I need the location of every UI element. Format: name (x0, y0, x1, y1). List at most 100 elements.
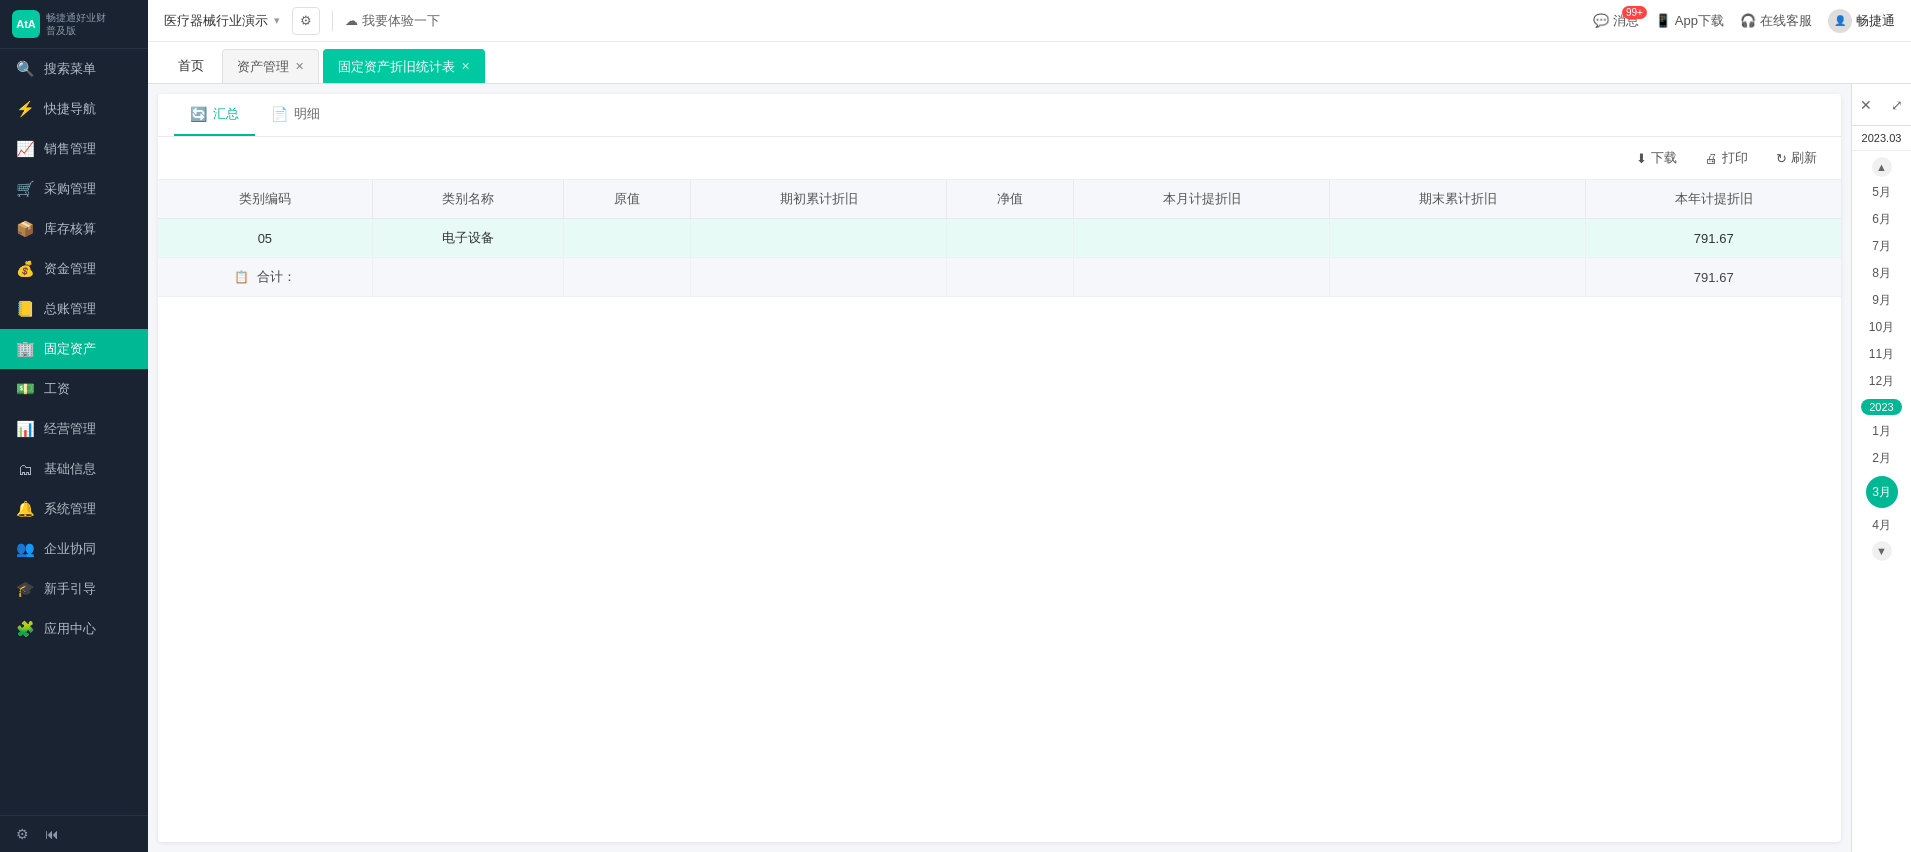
col-header-original: 原值 (564, 180, 691, 219)
total-end-accum (1330, 258, 1586, 297)
table-total-row: 📋 合计： 791.67 (158, 258, 1841, 297)
tab-depreciation-table[interactable]: 固定资产折旧统计表 ✕ (323, 49, 485, 83)
refresh-button[interactable]: ↻ 刷新 (1768, 145, 1825, 171)
online-service-label: 在线客服 (1760, 12, 1812, 30)
company-name: 医疗器械行业演示 (164, 12, 268, 30)
col-header-code: 类别编码 (158, 180, 372, 219)
sidebar-item-inventory[interactable]: 📦 库存核算 (0, 209, 148, 249)
right-panel-expand-icon[interactable]: ⤢ (1891, 97, 1903, 113)
table-row: 05 电子设备 791.67 (158, 219, 1841, 258)
settings-icon[interactable]: ⚙ (16, 826, 29, 842)
sidebar-item-quicknav[interactable]: ⚡ 快捷导航 (0, 89, 148, 129)
right-panel-header: ✕ ⤢ (1852, 84, 1911, 126)
total-label: 合计： (257, 269, 296, 284)
user-menu[interactable]: 👤 畅捷通 (1828, 9, 1895, 33)
month-item-8[interactable]: 8月 (1852, 260, 1911, 287)
download-label: 下载 (1651, 149, 1677, 167)
month-item-3-container: 3月 (1852, 472, 1911, 512)
guide-icon: 🎓 (16, 580, 34, 598)
app-download-button[interactable]: 📱 App下载 (1655, 12, 1724, 30)
right-panel-title: 2023.03 (1852, 126, 1911, 151)
total-monthly-dep (1074, 258, 1330, 297)
ops-icon: 📊 (16, 420, 34, 438)
refresh-icon: ↻ (1776, 151, 1787, 166)
sub-tab-summary[interactable]: 🔄 汇总 (174, 94, 255, 136)
username-label: 畅捷通 (1856, 12, 1895, 30)
cell-original (564, 219, 691, 258)
online-service-button[interactable]: 🎧 在线客服 (1740, 12, 1812, 30)
sidebar-item-ledger[interactable]: 📒 总账管理 (0, 289, 148, 329)
cell-end-accum (1330, 219, 1586, 258)
tab-asset-close-icon[interactable]: ✕ (295, 60, 304, 73)
month-item-3[interactable]: 3月 (1866, 476, 1898, 508)
sub-tab-summary-label: 汇总 (213, 105, 239, 123)
sidebar-item-guide[interactable]: 🎓 新手引导 (0, 569, 148, 609)
topbar-right: 💬 消息 99+ 📱 App下载 🎧 在线客服 👤 畅捷通 (1593, 9, 1895, 33)
total-original (564, 258, 691, 297)
wage-icon: 💵 (16, 380, 34, 398)
sidebar-item-basic-info[interactable]: 🗂 基础信息 (0, 449, 148, 489)
print-button[interactable]: 🖨 打印 (1697, 145, 1756, 171)
year-tag-container: 2023 (1852, 395, 1911, 418)
building-icon: 🏢 (16, 340, 34, 358)
sidebar-item-operations[interactable]: 📊 经营管理 (0, 409, 148, 449)
sidebar-item-search[interactable]: 🔍 搜索菜单 (0, 49, 148, 89)
sidebar-item-system[interactable]: 🔔 系统管理 (0, 489, 148, 529)
message-button[interactable]: 💬 消息 99+ (1593, 12, 1639, 30)
sidebar-item-fixed-assets[interactable]: 🏢 固定资产 (0, 329, 148, 369)
month-item-5[interactable]: 5月 (1852, 179, 1911, 206)
tab-depreciation-close-icon[interactable]: ✕ (461, 60, 470, 73)
print-icon: 🖨 (1705, 151, 1718, 166)
collapse-icon[interactable]: ⏮ (45, 826, 59, 842)
right-panel-close-icon[interactable]: ✕ (1860, 97, 1872, 113)
total-icon: 📋 (234, 270, 249, 284)
settings-button[interactable]: ⚙ (292, 7, 320, 35)
sidebar-item-app-center[interactable]: 🧩 应用中心 (0, 609, 148, 649)
cell-initial-accum (691, 219, 947, 258)
sidebar-item-purchase[interactable]: 🛒 采购管理 (0, 169, 148, 209)
toolbar: ⬇ 下载 🖨 打印 ↻ 刷新 (158, 137, 1841, 180)
tab-home[interactable]: 首页 (164, 49, 218, 83)
month-item-4[interactable]: 4月 (1852, 512, 1911, 539)
sub-tab-detail[interactable]: 📄 明细 (255, 94, 336, 136)
app-download-label: App下载 (1675, 12, 1724, 30)
col-header-monthly-dep: 本月计提折旧 (1074, 180, 1330, 219)
print-label: 打印 (1722, 149, 1748, 167)
search-icon: 🔍 (16, 60, 34, 78)
month-item-10[interactable]: 10月 (1852, 314, 1911, 341)
month-item-7[interactable]: 7月 (1852, 233, 1911, 260)
month-item-9[interactable]: 9月 (1852, 287, 1911, 314)
dropdown-arrow-icon: ▾ (274, 14, 280, 27)
sidebar-logo: AtA 畅捷通好业财 普及版 (0, 0, 148, 49)
col-header-name: 类别名称 (372, 180, 564, 219)
cell-code: 05 (158, 219, 372, 258)
month-item-2[interactable]: 2月 (1852, 445, 1911, 472)
refresh-label: 刷新 (1791, 149, 1817, 167)
info-icon: 🗂 (16, 461, 34, 478)
col-header-end-accum: 期末累计折旧 (1330, 180, 1586, 219)
tab-asset-management[interactable]: 资产管理 ✕ (222, 49, 319, 83)
sidebar-item-finance[interactable]: 💰 资金管理 (0, 249, 148, 289)
download-button[interactable]: ⬇ 下载 (1628, 145, 1685, 171)
headset-icon: 🎧 (1740, 13, 1756, 28)
month-nav-up[interactable]: ▲ (1872, 157, 1892, 177)
company-selector[interactable]: 医疗器械行业演示 ▾ (164, 12, 280, 30)
total-name (372, 258, 564, 297)
total-year-dep: 791.67 (1586, 258, 1841, 297)
sidebar-item-salary[interactable]: 💵 工资 (0, 369, 148, 409)
month-item-12[interactable]: 12月 (1852, 368, 1911, 395)
flash-icon: ⚡ (16, 100, 34, 118)
month-item-11[interactable]: 11月 (1852, 341, 1911, 368)
experience-icon: ☁ (345, 13, 358, 28)
month-item-6[interactable]: 6月 (1852, 206, 1911, 233)
cell-monthly-dep (1074, 219, 1330, 258)
experience-button[interactable]: ☁ 我要体验一下 (345, 12, 440, 30)
sidebar-item-collab[interactable]: 👥 企业协同 (0, 529, 148, 569)
sidebar-item-sales[interactable]: 📈 销售管理 (0, 129, 148, 169)
month-nav-down[interactable]: ▼ (1872, 541, 1892, 561)
download-icon: ⬇ (1636, 151, 1647, 166)
divider (332, 11, 333, 31)
sidebar: AtA 畅捷通好业财 普及版 🔍 搜索菜单 ⚡ 快捷导航 📈 销售管理 🛒 采购… (0, 0, 148, 852)
month-item-1[interactable]: 1月 (1852, 418, 1911, 445)
box-icon: 📦 (16, 220, 34, 238)
